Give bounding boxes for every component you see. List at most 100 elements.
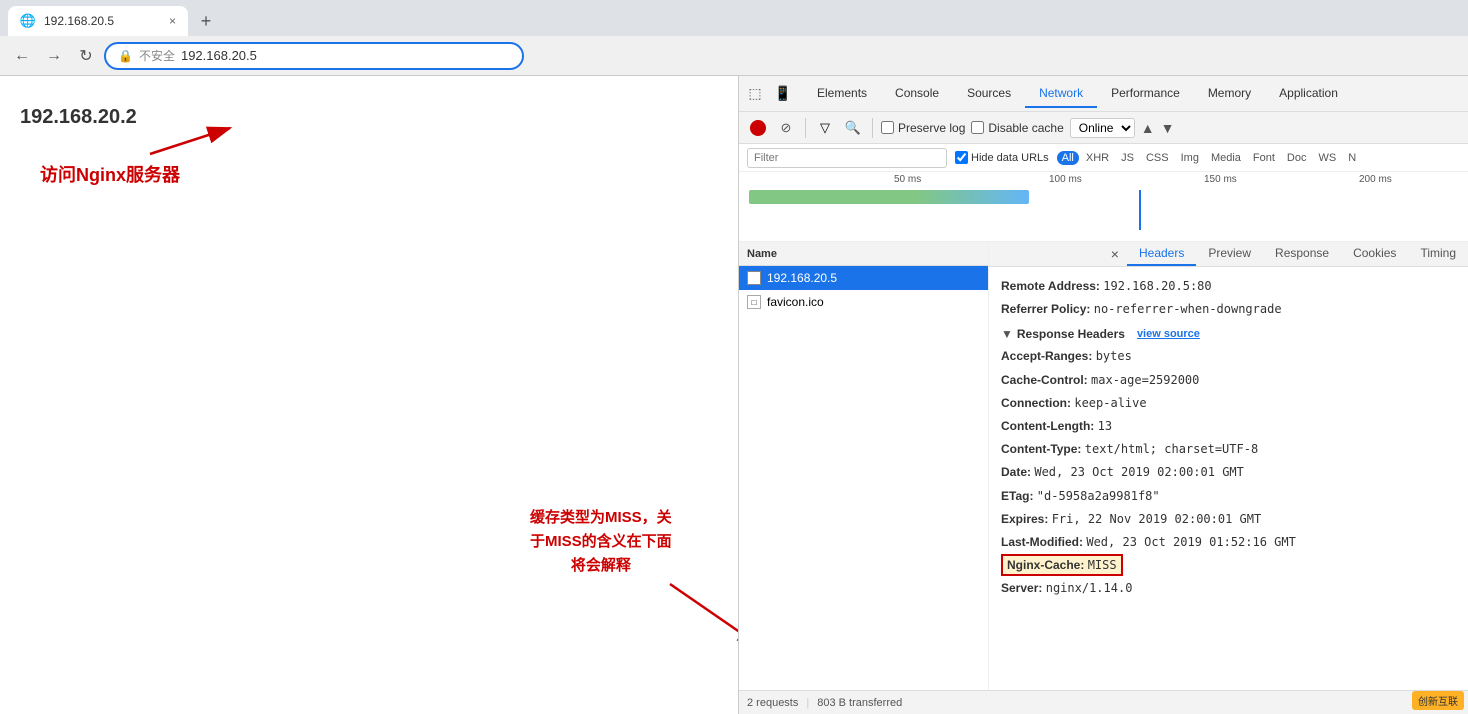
tab-sources[interactable]: Sources xyxy=(953,80,1025,108)
tab-network[interactable]: Network xyxy=(1025,80,1097,108)
preserve-log-input[interactable] xyxy=(881,121,894,134)
filter-js-button[interactable]: JS xyxy=(1116,151,1139,165)
tab-performance[interactable]: Performance xyxy=(1097,80,1194,108)
timeline-bar-1 xyxy=(749,190,1029,204)
triangle-icon: ▼ xyxy=(1001,327,1013,341)
header-field-row: Accept-Ranges: bytes xyxy=(1001,345,1456,368)
detail-tab-headers[interactable]: Headers xyxy=(1127,242,1196,266)
tab-memory[interactable]: Memory xyxy=(1194,80,1265,108)
devtools-icon-group: ⬚ 📱 xyxy=(743,82,795,106)
header-field-row: Date: Wed, 23 Oct 2019 02:00:01 GMT xyxy=(1001,461,1456,484)
request-item-main[interactable]: □ 192.168.20.5 xyxy=(739,266,988,290)
filter-type-buttons: All XHR JS CSS Img Media Font Doc WS N xyxy=(1057,151,1362,165)
network-toolbar: ⊘ ▽ 🔍 Preserve log Disable cache Online … xyxy=(739,112,1468,144)
new-tab-button[interactable]: + xyxy=(192,7,220,35)
filter-all-button[interactable]: All xyxy=(1057,151,1079,165)
filter-font-button[interactable]: Font xyxy=(1248,151,1280,165)
remote-address-row: Remote Address: 192.168.20.5:80 xyxy=(1001,275,1456,298)
header-val: nginx/1.14.0 xyxy=(1046,581,1133,595)
stop-recording-button[interactable]: ⊘ xyxy=(775,117,797,139)
hide-data-urls-label: Hide data URLs xyxy=(971,152,1049,164)
filter-ws-button[interactable]: WS xyxy=(1313,151,1341,165)
detail-tab-response[interactable]: Response xyxy=(1263,242,1341,266)
preserve-log-checkbox[interactable]: Preserve log xyxy=(881,121,965,135)
back-button[interactable]: ← xyxy=(8,42,36,70)
timeline-200ms: 200 ms xyxy=(1359,174,1392,185)
view-source-link[interactable]: view source xyxy=(1137,328,1200,340)
hide-data-urls-checkbox[interactable]: Hide data URLs xyxy=(955,151,1049,164)
search-button[interactable]: 🔍 xyxy=(842,117,864,139)
header-key: Cache-Control: xyxy=(1001,373,1088,387)
header-key: Last-Modified: xyxy=(1001,535,1083,549)
request-list-area: Name □ 192.168.20.5 □ favicon.ico × Head… xyxy=(739,242,1468,690)
filter-img-button[interactable]: Img xyxy=(1176,151,1204,165)
timeline-150ms: 150 ms xyxy=(1204,174,1237,185)
record-button[interactable] xyxy=(747,117,769,139)
toolbar-separator-1 xyxy=(805,118,806,138)
device-toolbar-icon[interactable]: 📱 xyxy=(771,82,795,106)
detail-content: Remote Address: 192.168.20.5:80 Referrer… xyxy=(989,267,1468,608)
inspect-element-icon[interactable]: ⬚ xyxy=(743,82,767,106)
page-content: 192.168.20.2 访问Nginx服务器 缓存类型为MISS，关 于MIS… xyxy=(0,76,738,714)
remote-address-key: Remote Address: xyxy=(1001,279,1100,293)
request-item-icon-2: □ xyxy=(747,295,761,309)
response-headers-section: ▼ Response Headers view source xyxy=(1001,321,1456,345)
tab-application[interactable]: Application xyxy=(1265,80,1352,108)
forward-button[interactable]: → xyxy=(40,42,68,70)
filter-input[interactable] xyxy=(747,148,947,168)
header-val: Wed, 23 Oct 2019 02:00:01 GMT xyxy=(1034,465,1244,479)
export-icon[interactable]: ▼ xyxy=(1161,120,1175,136)
header-field-row: Content-Type: text/html; charset=UTF-8 xyxy=(1001,438,1456,461)
refresh-button[interactable]: ↻ xyxy=(72,42,100,70)
close-detail-button[interactable]: × xyxy=(1103,242,1127,266)
header-field-row: Last-Modified: Wed, 23 Oct 2019 01:52:16… xyxy=(1001,531,1456,554)
header-val: Wed, 23 Oct 2019 01:52:16 GMT xyxy=(1086,535,1296,549)
tab-close-button[interactable]: × xyxy=(169,14,176,28)
throttle-arrow-icon[interactable]: ▲ xyxy=(1141,120,1155,136)
header-val: max-age=2592000 xyxy=(1091,373,1199,387)
filter-doc-button[interactable]: Doc xyxy=(1282,151,1312,165)
detail-tab-timing[interactable]: Timing xyxy=(1408,242,1468,266)
timeline-cursor xyxy=(1139,190,1141,230)
url-text: 192.168.20.5 xyxy=(181,48,257,63)
filter-media-button[interactable]: Media xyxy=(1206,151,1246,165)
referrer-policy-key: Referrer Policy: xyxy=(1001,302,1090,316)
header-key: Date: xyxy=(1001,465,1031,479)
filter-more-button[interactable]: N xyxy=(1343,151,1361,165)
header-field-row: Content-Length: 13 xyxy=(1001,415,1456,438)
request-item-name-1: 192.168.20.5 xyxy=(767,271,980,285)
throttle-select[interactable]: Online xyxy=(1070,118,1135,138)
header-key: Content-Type: xyxy=(1001,442,1081,456)
annotation-miss: 缓存类型为MISS，关 于MISS的含义在下面 将会解释 xyxy=(530,506,672,578)
header-val: keep-alive xyxy=(1074,396,1146,410)
page-ip-display: 192.168.20.2 xyxy=(20,106,137,129)
hide-data-urls-input[interactable] xyxy=(955,151,968,164)
header-val: "d-5958a2a9981f8" xyxy=(1037,489,1160,503)
tab-elements[interactable]: Elements xyxy=(803,80,881,108)
insecure-label: 不安全 xyxy=(139,47,175,64)
address-bar[interactable]: 🔒 不安全 192.168.20.5 xyxy=(104,42,524,70)
detail-tab-preview[interactable]: Preview xyxy=(1196,242,1263,266)
filter-css-button[interactable]: CSS xyxy=(1141,151,1174,165)
toolbar-separator-2 xyxy=(872,118,873,138)
transferred-size: 803 B transferred xyxy=(817,697,902,709)
requests-count: 2 requests xyxy=(747,697,798,709)
browser-chrome: 🌐 192.168.20.5 × + ← → ↻ 🔒 不安全 192.168.2… xyxy=(0,0,1468,76)
tab-title: 192.168.20.5 xyxy=(44,14,161,28)
detail-tabs: × Headers Preview Response Cookies Timin… xyxy=(989,242,1468,267)
header-val: text/html; charset=UTF-8 xyxy=(1085,442,1258,456)
active-tab[interactable]: 🌐 192.168.20.5 × xyxy=(8,6,188,36)
request-item-name-2: favicon.ico xyxy=(767,295,980,309)
detail-tab-cookies[interactable]: Cookies xyxy=(1341,242,1408,266)
filter-xhr-button[interactable]: XHR xyxy=(1081,151,1114,165)
request-item-favicon[interactable]: □ favicon.ico xyxy=(739,290,988,314)
header-val: bytes xyxy=(1096,349,1132,363)
devtools-tab-bar: ⬚ 📱 Elements Console Sources Network Per… xyxy=(739,76,1468,112)
header-field-row: Expires: Fri, 22 Nov 2019 02:00:01 GMT xyxy=(1001,508,1456,531)
tab-console[interactable]: Console xyxy=(881,80,953,108)
header-field-row: Server: nginx/1.14.0 xyxy=(1001,577,1456,600)
disable-cache-input[interactable] xyxy=(971,121,984,134)
filter-icon-button[interactable]: ▽ xyxy=(814,117,836,139)
tab-favicon: 🌐 xyxy=(20,13,36,29)
disable-cache-checkbox[interactable]: Disable cache xyxy=(971,121,1063,135)
